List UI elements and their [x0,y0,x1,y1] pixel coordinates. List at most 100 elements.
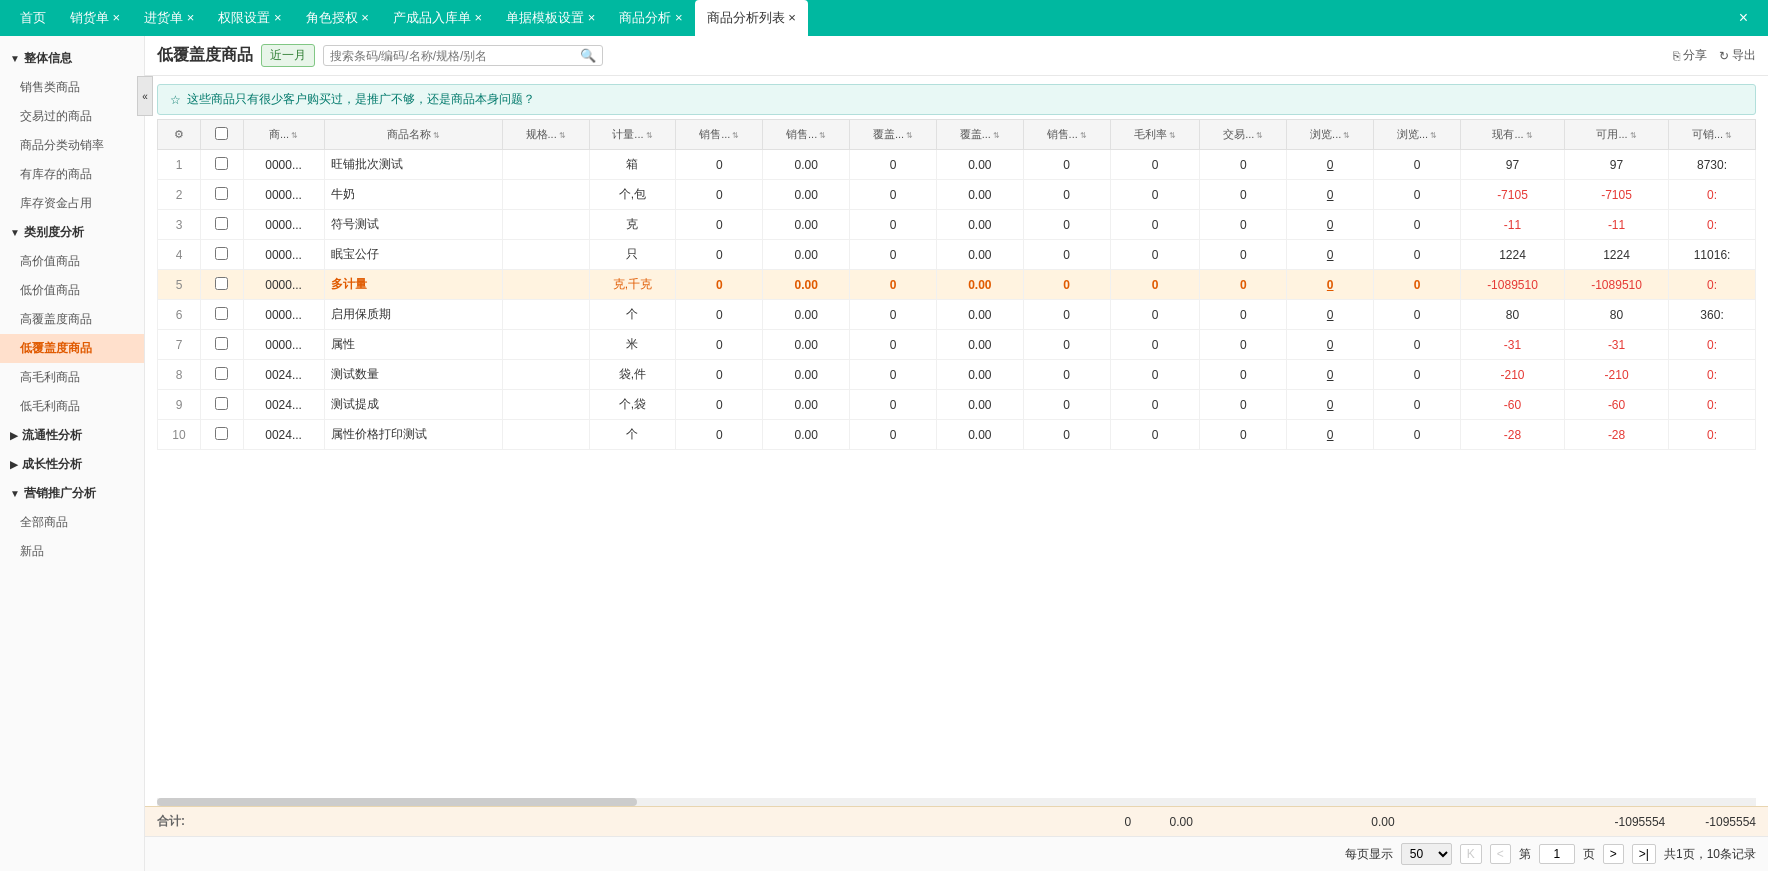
row-checkbox-cell[interactable] [201,300,243,330]
search-input[interactable] [330,49,580,63]
nav-product-analysis-list[interactable]: 商品分析列表 × [695,0,808,36]
row-checkbox[interactable] [215,427,228,440]
col-unit[interactable]: 计量...⇅ [589,120,676,150]
col-sales3[interactable]: 销售...⇅ [1023,120,1110,150]
row-number: 8 [158,360,201,390]
col-code[interactable]: 商...⇅ [243,120,324,150]
row-checkbox-cell[interactable] [201,150,243,180]
nav-product-entry[interactable]: 产成品入库单 × [381,0,494,36]
horizontal-scrollbar[interactable] [157,798,1756,806]
sidebar-item-low-coverage[interactable]: 低覆盖度商品 [0,334,144,363]
row-browse1[interactable]: 0 [1287,240,1374,270]
row-cover2: 0.00 [936,360,1023,390]
sidebar-section-marketing[interactable]: ▼ 营销推广分析 [0,479,144,508]
col-stock3[interactable]: 可销...⇅ [1669,120,1756,150]
row-checkbox-cell[interactable] [201,270,243,300]
col-browse2[interactable]: 浏览...⇅ [1374,120,1461,150]
last-page-button[interactable]: >| [1632,844,1656,864]
row-spec [502,240,589,270]
nav-purchase[interactable]: 进货单 × [132,0,206,36]
nav-template-settings[interactable]: 单据模板设置 × [494,0,607,36]
table-row: 5 0000... 多计量 克,千克 0 0.00 0 0.00 0 0 0 0… [158,270,1756,300]
sidebar-item-all-products[interactable]: 全部商品 [0,508,144,537]
export-button[interactable]: ↻ 导出 [1719,47,1756,64]
row-browse1[interactable]: 0 [1287,180,1374,210]
col-stock2[interactable]: 可用...⇅ [1565,120,1669,150]
sidebar-item-traded-products[interactable]: 交易过的商品 [0,102,144,131]
row-checkbox-cell[interactable] [201,180,243,210]
row-checkbox-cell[interactable] [201,240,243,270]
row-checkbox[interactable] [215,217,228,230]
row-browse1[interactable]: 0 [1287,150,1374,180]
row-checkbox[interactable] [215,277,228,290]
sidebar-section-category[interactable]: ▼ 类别度分析 [0,218,144,247]
next-page-button[interactable]: > [1603,844,1624,864]
nav-sales[interactable]: 销货单 × [58,0,132,36]
nav-product-analysis[interactable]: 商品分析 × [607,0,694,36]
col-gross[interactable]: 毛利率⇅ [1110,120,1200,150]
share-button[interactable]: ⎘ 分享 [1673,47,1707,64]
col-sales2[interactable]: 销售...⇅ [763,120,850,150]
col-checkbox[interactable] [201,120,243,150]
row-browse1[interactable]: 0 [1287,390,1374,420]
row-browse1[interactable]: 0 [1287,330,1374,360]
row-checkbox[interactable] [215,157,228,170]
col-spec[interactable]: 规格...⇅ [502,120,589,150]
row-checkbox-cell[interactable] [201,330,243,360]
row-browse1[interactable]: 0 [1287,360,1374,390]
row-checkbox[interactable] [215,247,228,260]
row-trade: 0 [1200,300,1287,330]
row-checkbox-cell[interactable] [201,360,243,390]
prev-page-button[interactable]: < [1490,844,1511,864]
row-checkbox[interactable] [215,307,228,320]
sidebar-item-new-products[interactable]: 新品 [0,537,144,566]
row-checkbox[interactable] [215,397,228,410]
sidebar-section-liquidity[interactable]: ▶ 流通性分析 [0,421,144,450]
row-browse1[interactable]: 0 [1287,270,1374,300]
sidebar-item-high-value[interactable]: 高价值商品 [0,247,144,276]
row-checkbox[interactable] [215,337,228,350]
row-browse1[interactable]: 0 [1287,300,1374,330]
sidebar-item-low-value[interactable]: 低价值商品 [0,276,144,305]
sidebar-collapse-button[interactable]: « [137,76,153,116]
row-checkbox[interactable] [215,187,228,200]
col-sales1[interactable]: 销售...⇅ [676,120,763,150]
page-number-input[interactable] [1539,844,1575,864]
row-browse1[interactable]: 0 [1287,420,1374,450]
col-trade[interactable]: 交易...⇅ [1200,120,1287,150]
row-checkbox-cell[interactable] [201,390,243,420]
settings-icon[interactable]: ⚙ [174,128,184,140]
row-cover2: 0.00 [936,300,1023,330]
sidebar-item-stocked-products[interactable]: 有库存的商品 [0,160,144,189]
col-cover1[interactable]: 覆盖...⇅ [850,120,937,150]
sidebar-section-growth[interactable]: ▶ 成长性分析 [0,450,144,479]
footer-sales2: 0.00 [1151,815,1211,829]
scrollbar-thumb[interactable] [157,798,637,806]
row-browse2: 0 [1374,360,1461,390]
nav-home[interactable]: 首页 [8,0,58,36]
first-page-button[interactable]: K [1460,844,1482,864]
sidebar-item-low-margin[interactable]: 低毛利商品 [0,392,144,421]
sidebar-item-sales-products[interactable]: 销售类商品 [0,73,144,102]
row-browse1[interactable]: 0 [1287,210,1374,240]
sidebar-section-overall[interactable]: ▼ 整体信息 [0,44,144,73]
row-checkbox-cell[interactable] [201,210,243,240]
col-cover2[interactable]: 覆盖...⇅ [936,120,1023,150]
time-filter-button[interactable]: 近一月 [261,44,315,67]
sidebar-item-high-margin[interactable]: 高毛利商品 [0,363,144,392]
row-checkbox[interactable] [215,367,228,380]
close-button[interactable]: × [1727,9,1760,27]
row-checkbox-cell[interactable] [201,420,243,450]
nav-role-auth[interactable]: 角色授权 × [294,0,381,36]
sidebar-item-high-coverage[interactable]: 高覆盖度商品 [0,305,144,334]
sidebar-item-category-rate[interactable]: 商品分类动销率 [0,131,144,160]
col-settings[interactable]: ⚙ [158,120,201,150]
col-browse1[interactable]: 浏览...⇅ [1287,120,1374,150]
select-all-checkbox[interactable] [215,127,228,140]
sidebar-item-capital-occupied[interactable]: 库存资金占用 [0,189,144,218]
col-stock1[interactable]: 现有...⇅ [1460,120,1564,150]
product-table-container[interactable]: ⚙ 商...⇅ 商品名称⇅ 规格...⇅ 计量...⇅ 销售...⇅ 销售...… [157,119,1756,798]
col-name[interactable]: 商品名称⇅ [324,120,502,150]
per-page-select[interactable]: 50 20 100 [1401,843,1452,865]
nav-permissions[interactable]: 权限设置 × [206,0,293,36]
